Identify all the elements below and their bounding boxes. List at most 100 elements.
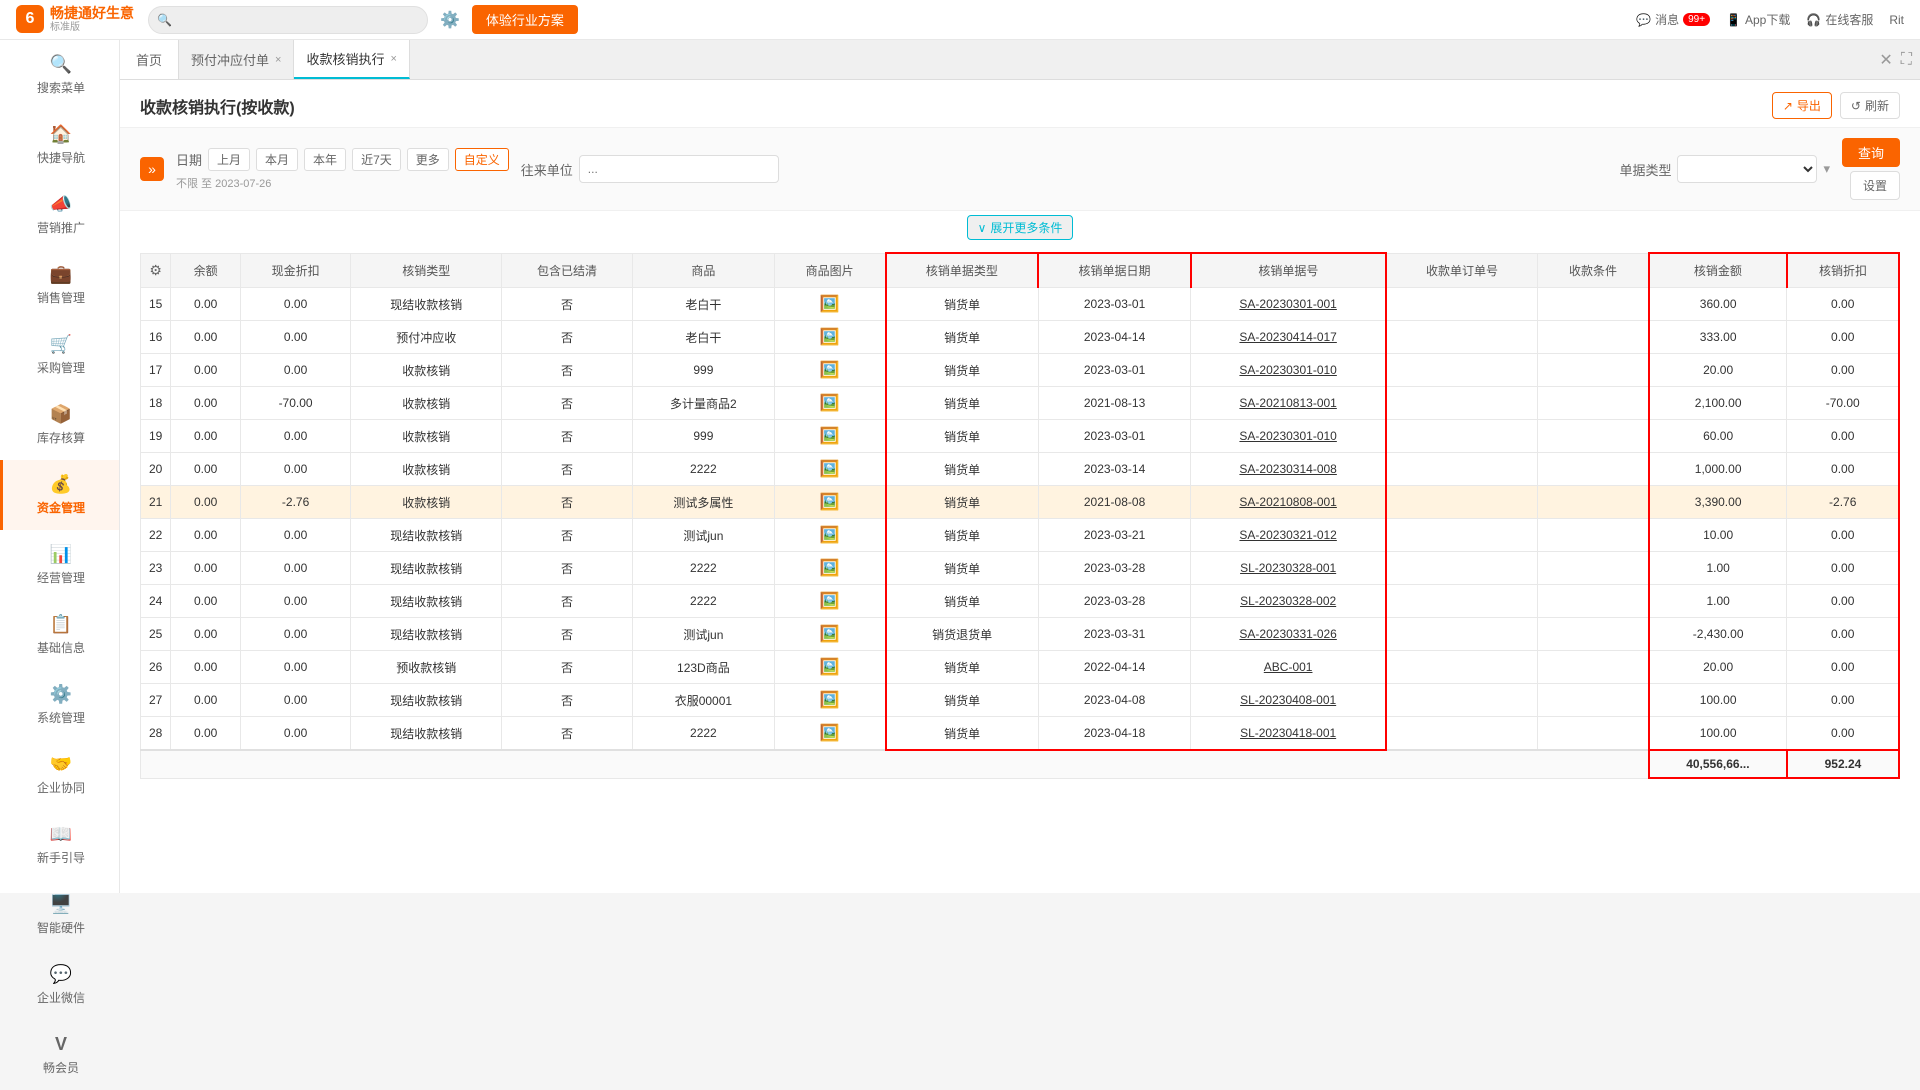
cell-bill-no[interactable]: SA-20230321-012 (1191, 519, 1386, 552)
setting-button[interactable]: 设置 (1850, 171, 1900, 200)
online-service-action[interactable]: 🎧 在线客服 (1806, 11, 1873, 28)
solution-button[interactable]: 体验行业方案 (472, 5, 578, 34)
col-bill-type-header: 核销单据类型 (886, 253, 1039, 288)
counterpart-input[interactable] (579, 155, 779, 183)
cell-order-no (1386, 717, 1538, 751)
table-row: 19 0.00 0.00 收款核销 否 999 🖼️ 销货单 2023-03-0… (141, 420, 1900, 453)
export-button[interactable]: ↗ 导出 (1772, 92, 1832, 119)
cell-payment-cond (1538, 453, 1649, 486)
cell-bill-no[interactable]: SA-20230331-026 (1191, 618, 1386, 651)
cell-bill-no[interactable]: SL-20230418-001 (1191, 717, 1386, 751)
tab-close-receipt[interactable]: × (390, 53, 396, 65)
expand-conditions-button[interactable]: ∨ 展开更多条件 (967, 215, 1074, 240)
date-this-month[interactable]: 本月 (256, 148, 298, 171)
sidebar-item-cooperation[interactable]: 🤝 企业协同 (0, 740, 119, 810)
table-row: 27 0.00 0.00 现结收款核销 否 衣服00001 🖼️ 销货单 202… (141, 684, 1900, 717)
sidebar-item-management[interactable]: 📊 经营管理 (0, 530, 119, 600)
cell-product-img: 🖼️ (774, 486, 885, 519)
sidebar-item-member[interactable]: V 畅会员 (0, 1020, 119, 1090)
cell-bill-no[interactable]: SL-20230328-002 (1191, 585, 1386, 618)
cell-bill-type: 销货单 (886, 519, 1039, 552)
cell-product: 老白干 (632, 321, 774, 354)
cell-type: 现结收款核销 (351, 552, 502, 585)
col-amount-header: 核销金额 (1649, 253, 1787, 288)
tab-home[interactable]: 首页 (120, 40, 179, 79)
refresh-button[interactable]: ↺ 刷新 (1840, 92, 1900, 119)
cell-order-no (1386, 651, 1538, 684)
cell-balance: 0.00 (171, 651, 241, 684)
date-this-year[interactable]: 本年 (304, 148, 346, 171)
cell-bill-no[interactable]: SA-20210813-001 (1191, 387, 1386, 420)
cell-type: 收款核销 (351, 486, 502, 519)
cell-product-img: 🖼️ (774, 717, 885, 751)
main-layout: 🔍 搜索菜单 🏠 快捷导航 📣 营销推广 💼 销售管理 🛒 采购管理 📦 库存核… (0, 40, 1920, 893)
sidebar-item-wechat[interactable]: 💬 企业微信 (0, 950, 119, 1020)
sidebar-item-nav[interactable]: 🏠 快捷导航 (0, 110, 119, 180)
sidebar-item-system[interactable]: ⚙️ 系统管理 (0, 670, 119, 740)
sidebar-item-guide[interactable]: 📖 新手引导 (0, 810, 119, 880)
cell-bill-no[interactable]: SA-20230414-017 (1191, 321, 1386, 354)
cell-include-settled: 否 (502, 651, 633, 684)
tab-close-all[interactable]: ✕ (1879, 50, 1892, 70)
sidebar-item-basic[interactable]: 📋 基础信息 (0, 600, 119, 670)
query-button[interactable]: 查询 (1842, 138, 1900, 167)
page-title: 收款核销执行(按收款) (140, 94, 295, 118)
table-row: 20 0.00 0.00 收款核销 否 2222 🖼️ 销货单 2023-03-… (141, 453, 1900, 486)
cell-bill-type: 销货单 (886, 585, 1039, 618)
footer-discount: 952.24 (1787, 750, 1899, 778)
col-balance-header: 余额 (171, 253, 241, 288)
receipt-type-select[interactable] (1677, 155, 1817, 183)
sidebar-item-purchase[interactable]: 🛒 采购管理 (0, 320, 119, 390)
cell-balance: 0.00 (171, 585, 241, 618)
tab-close-prepay[interactable]: × (275, 54, 281, 66)
sidebar-item-hardware[interactable]: 🖥️ 智能硬件 (0, 880, 119, 950)
sidebar-item-finance[interactable]: 💰 资金管理 (0, 460, 119, 530)
cell-bill-no[interactable]: SA-20230301-010 (1191, 420, 1386, 453)
cell-payment-cond (1538, 354, 1649, 387)
data-table: ⚙ 余额 现金折扣 核销类型 包含已结清 商品 商品图片 核销单据类型 核销单据… (140, 252, 1900, 779)
date-filter: 日期 上月 本月 本年 近7天 更多 自定义 不限 至 2023-07-26 (176, 148, 509, 191)
col-product-header: 商品 (632, 253, 774, 288)
cell-bill-no[interactable]: SL-20230328-001 (1191, 552, 1386, 585)
cell-order-no (1386, 486, 1538, 519)
cell-discount: 0.00 (1787, 420, 1899, 453)
cell-amount: 1,000.00 (1649, 453, 1787, 486)
cell-product: 老白干 (632, 288, 774, 321)
cell-balance: 0.00 (171, 321, 241, 354)
cell-bill-no[interactable]: SL-20230408-001 (1191, 684, 1386, 717)
cell-bill-no[interactable]: SA-20230301-001 (1191, 288, 1386, 321)
sidebar-item-sales[interactable]: 💼 销售管理 (0, 250, 119, 320)
sidebar-item-inventory[interactable]: 📦 库存核算 (0, 390, 119, 460)
table-row: 17 0.00 0.00 收款核销 否 999 🖼️ 销货单 2023-03-0… (141, 354, 1900, 387)
tab-expand[interactable]: ⛶ (1901, 51, 1912, 69)
settings-icon[interactable]: ⚙️ (440, 10, 460, 30)
date-range: 不限 至 2023-07-26 (176, 178, 271, 190)
tab-receipt[interactable]: 收款核销执行 × (294, 40, 409, 79)
cell-product-img: 🖼️ (774, 519, 885, 552)
date-7days[interactable]: 近7天 (352, 148, 401, 171)
cell-bill-no[interactable]: SA-20230314-008 (1191, 453, 1386, 486)
logo-sub: 标准版 (50, 22, 134, 34)
cell-discount: 0.00 (1787, 519, 1899, 552)
cell-num: 26 (141, 651, 171, 684)
sidebar: 🔍 搜索菜单 🏠 快捷导航 📣 营销推广 💼 销售管理 🛒 采购管理 📦 库存核… (0, 40, 120, 893)
cell-balance: 0.00 (171, 288, 241, 321)
sidebar-item-search[interactable]: 🔍 搜索菜单 (0, 40, 119, 110)
gear-icon[interactable]: ⚙ (149, 262, 162, 278)
sidebar-item-marketing[interactable]: 📣 营销推广 (0, 180, 119, 250)
receipt-type-filter: 单据类型 ▾ (1619, 155, 1830, 183)
user-avatar[interactable]: Rit (1889, 13, 1904, 27)
cell-bill-date: 2021-08-08 (1038, 486, 1191, 519)
filter-toggle-button[interactable]: » (140, 157, 164, 181)
date-more[interactable]: 更多 (407, 148, 449, 171)
cell-bill-no[interactable]: SA-20210808-001 (1191, 486, 1386, 519)
cell-bill-no[interactable]: SA-20230301-010 (1191, 354, 1386, 387)
cell-balance: 0.00 (171, 684, 241, 717)
date-last-month[interactable]: 上月 (208, 148, 250, 171)
col-settings-header[interactable]: ⚙ (141, 253, 171, 288)
messages-action[interactable]: 💬 消息 99+ (1636, 11, 1710, 28)
app-download-action[interactable]: 📱 App下载 (1726, 11, 1790, 28)
cell-bill-no[interactable]: ABC-001 (1191, 651, 1386, 684)
date-custom[interactable]: 自定义 (455, 148, 509, 171)
tab-prepay[interactable]: 预付冲应付单 × (179, 40, 294, 79)
